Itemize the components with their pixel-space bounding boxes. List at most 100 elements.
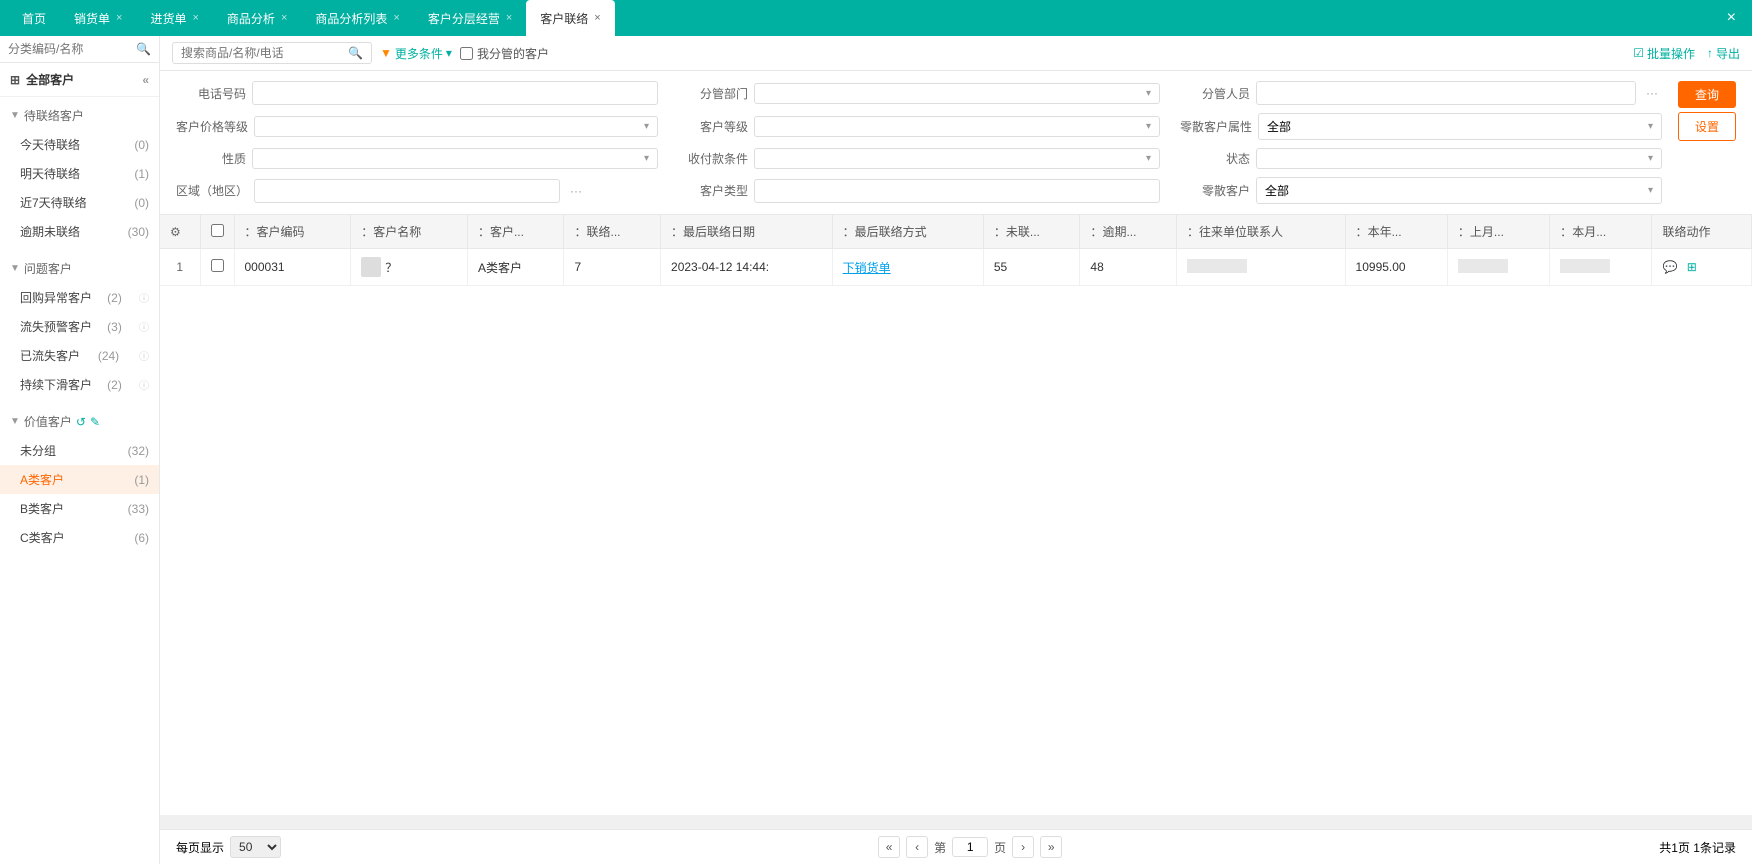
col-no-contact: ：未联... — [983, 215, 1080, 249]
price-level-select[interactable]: ▾ — [254, 116, 658, 137]
page-number-input[interactable] — [952, 837, 988, 857]
nav-home[interactable]: 首页 — [8, 0, 60, 36]
region-input[interactable] — [254, 179, 560, 203]
col-code: ：客户编码 — [234, 215, 351, 249]
row-select-checkbox[interactable] — [211, 259, 224, 272]
settings-btn[interactable]: 设置 — [1678, 112, 1736, 141]
col-last-month: ：上月... — [1447, 215, 1549, 249]
sidebar-item-a-class[interactable]: A类客户 (1) — [0, 465, 159, 494]
row-this-year: 10995.00 — [1345, 249, 1447, 286]
region-dots-icon[interactable]: ··· — [566, 184, 586, 198]
manager-dots-icon[interactable]: ··· — [1642, 86, 1662, 100]
filter-row-4: 区域（地区） ··· 客户类型 零散客户 全部 ▾ — [176, 177, 1662, 204]
sidebar-group-problem-title[interactable]: ▼ 问题客户 — [0, 254, 159, 283]
sidebar-item-tomorrow[interactable]: 明天待联络 (1) — [0, 159, 159, 188]
filter-row-3: 性质 ▾ 收付款条件 ▾ — [176, 148, 1662, 169]
customer-level-label: 客户等级 — [678, 118, 748, 135]
main-search-icon[interactable]: 🔍 — [348, 46, 363, 60]
last-method-link[interactable]: 下销货单 — [843, 261, 891, 275]
sidebar-item-7days[interactable]: 近7天待联络 (0) — [0, 188, 159, 217]
nav-customer-contact[interactable]: 客户联络 × — [526, 0, 614, 36]
sidebar-item-churn-warning[interactable]: 流失预警客户 (3) ⓘ — [0, 312, 159, 341]
refresh-value-icon[interactable]: ↺ — [76, 415, 86, 429]
nav-purchase[interactable]: 进货单 × — [136, 0, 212, 36]
main-search-input[interactable] — [181, 46, 348, 60]
sidebar-search-input[interactable] — [8, 42, 136, 56]
close-customer-layer-icon[interactable]: × — [506, 12, 512, 24]
nature-select[interactable]: ▾ — [252, 148, 658, 169]
next-page-btn[interactable]: › — [1012, 836, 1034, 858]
sidebar-item-c-class[interactable]: C类客户 (6) — [0, 523, 159, 552]
my-customer-checkbox-label[interactable]: 我分管的客户 — [460, 45, 549, 62]
sidebar-item-repurchase[interactable]: 回购异常客户 (2) ⓘ — [0, 283, 159, 312]
info-repurchase-icon: ⓘ — [139, 290, 149, 305]
action-icon-1[interactable]: 💬 — [1662, 260, 1677, 274]
arrow-value-icon: ▼ — [10, 416, 20, 427]
close-sales-icon[interactable]: × — [116, 12, 122, 24]
retail-customer-chevron-icon: ▾ — [1648, 185, 1653, 196]
filter-row-2: 客户价格等级 ▾ 客户等级 ▾ — [176, 113, 1662, 140]
settings-col-icon[interactable]: ⚙ — [170, 225, 181, 239]
close-goods-list-icon[interactable]: × — [393, 12, 399, 24]
customer-type-input[interactable] — [754, 179, 1160, 203]
close-purchase-icon[interactable]: × — [192, 12, 198, 24]
sidebar-group-value-title[interactable]: ▼ 价值客户 ↺ ✎ — [0, 407, 159, 436]
sidebar-all-customers-label: 全部客户 — [26, 71, 74, 88]
phone-input[interactable] — [252, 81, 658, 105]
edit-value-icon[interactable]: ✎ — [90, 415, 100, 429]
price-level-label: 客户价格等级 — [176, 118, 248, 135]
close-all-tabs[interactable]: × — [1719, 9, 1744, 27]
nav-sales[interactable]: 销货单 × — [60, 0, 136, 36]
per-page-select[interactable]: 50 100 200 — [230, 836, 281, 858]
row-no-contact: 55 — [983, 249, 1080, 286]
close-goods-analysis-icon[interactable]: × — [281, 12, 287, 24]
retail-customer-select[interactable]: 全部 ▾ — [1256, 177, 1662, 204]
close-customer-contact-icon[interactable]: × — [594, 12, 600, 24]
sidebar-item-overdue[interactable]: 逾期未联络 (30) — [0, 217, 159, 246]
nav-goods-list[interactable]: 商品分析列表 × — [301, 0, 413, 36]
sidebar-item-churned[interactable]: 已流失客户 (24) ⓘ — [0, 341, 159, 370]
my-customer-checkbox[interactable] — [460, 47, 473, 60]
filter-retail-customer: 零散客户 全部 ▾ — [1180, 177, 1662, 204]
payment-select[interactable]: ▾ — [754, 148, 1160, 169]
select-all-checkbox[interactable] — [211, 224, 224, 237]
row-index: 1 — [160, 249, 200, 286]
toolbar: 🔍 ▼ 更多条件 ▾ 我分管的客户 ☑ 批量操作 ↑ 导出 — [160, 36, 1752, 71]
first-page-btn[interactable]: « — [878, 836, 900, 858]
sidebar-group-pending-title[interactable]: ▼ 待联络客户 — [0, 101, 159, 130]
manager-input[interactable] — [1256, 81, 1636, 105]
sidebar-item-ungrouped[interactable]: 未分组 (32) — [0, 436, 159, 465]
customer-level-chevron-icon: ▾ — [1146, 121, 1151, 132]
filter-price-level: 客户价格等级 ▾ — [176, 116, 658, 137]
action-icon-2[interactable]: ⊞ — [1687, 260, 1697, 274]
horizontal-scrollbar[interactable] — [160, 815, 1752, 829]
query-btn[interactable]: 查询 — [1678, 81, 1736, 108]
customer-level-select[interactable]: ▾ — [754, 116, 1160, 137]
retail-attr-select[interactable]: 全部 ▾ — [1258, 113, 1662, 140]
nav-customer-layer[interactable]: 客户分层经营 × — [414, 0, 526, 36]
sidebar-header: ⊞ 全部客户 « — [0, 63, 159, 97]
status-label: 状态 — [1180, 150, 1250, 167]
dept-select[interactable]: ▾ — [754, 83, 1160, 104]
export-btn[interactable]: ↑ 导出 — [1707, 45, 1740, 62]
total-records-label: 共1页 1条记录 — [1659, 839, 1736, 856]
last-page-btn[interactable]: » — [1040, 836, 1062, 858]
sidebar-item-b-class[interactable]: B类客户 (33) — [0, 494, 159, 523]
page-suffix-label: 页 — [994, 839, 1006, 856]
col-action: 联络动作 — [1652, 215, 1752, 249]
more-filter-btn[interactable]: ▼ 更多条件 ▾ — [380, 45, 452, 62]
sidebar-item-declining[interactable]: 持续下滑客户 (2) ⓘ — [0, 370, 159, 399]
prev-page-btn[interactable]: ‹ — [906, 836, 928, 858]
retail-attr-chevron-icon: ▾ — [1648, 121, 1653, 132]
filter-panel: 电话号码 分管部门 ▾ 分管人员 — [160, 71, 1752, 215]
batch-ops-btn[interactable]: ☑ 批量操作 — [1633, 45, 1695, 62]
nav-goods-analysis[interactable]: 商品分析 × — [213, 0, 301, 36]
price-level-chevron-icon: ▾ — [644, 121, 649, 132]
nature-chevron-icon: ▾ — [644, 153, 649, 164]
status-select[interactable]: ▾ — [1256, 148, 1662, 169]
row-level: A类客户 — [467, 249, 564, 286]
row-name: ？ — [351, 249, 468, 286]
sidebar-collapse-icon[interactable]: « — [142, 73, 149, 87]
sidebar-search-icon[interactable]: 🔍 — [136, 42, 151, 56]
sidebar-item-today[interactable]: 今天待联络 (0) — [0, 130, 159, 159]
